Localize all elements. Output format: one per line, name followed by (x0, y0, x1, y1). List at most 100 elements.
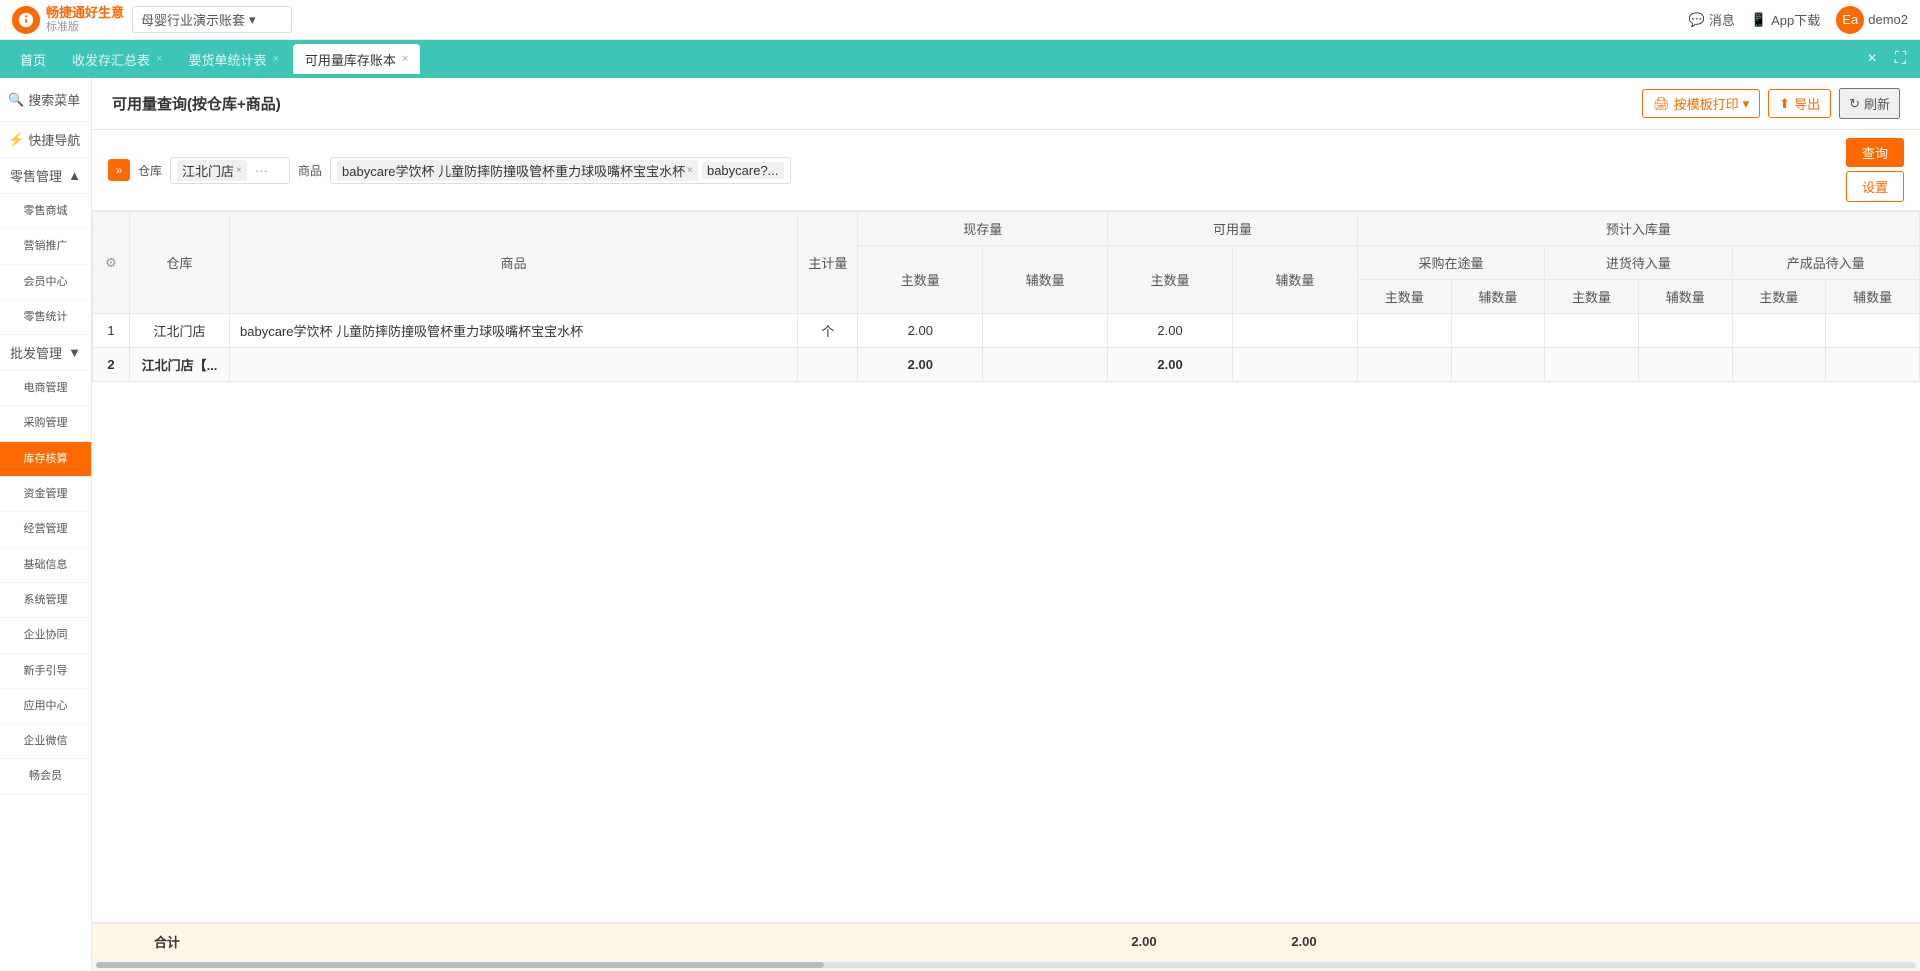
tab-close-available[interactable]: × (402, 53, 408, 65)
cell-warehouse: 江北门店 (130, 314, 230, 348)
tab-available-ledger[interactable]: 可用量库存账本 × (293, 44, 420, 74)
sidebar-item-ecommerce-mgmt[interactable]: 电商管理 (0, 371, 91, 406)
cell-stock-main: 2.00 (858, 314, 983, 348)
page-actions: 🖨 按模板打印 ▾ ⬆ 导出 ↻ 刷新 (1642, 88, 1900, 119)
refresh-btn[interactable]: ↻ 刷新 (1839, 88, 1900, 119)
close-all-tabs-btn[interactable]: × (1861, 48, 1882, 70)
cell-goods (230, 348, 798, 382)
data-table: ⚙ 仓库 商品 主计量 现存量 可用量 预计入库量 主数量 辅数量 主数量 辅数… (92, 211, 1920, 382)
horizontal-scrollbar[interactable] (92, 959, 1920, 971)
goods-tag-1-close[interactable]: × (687, 165, 693, 176)
cell-available-main: 2.00 (1108, 314, 1233, 348)
user-avatar-area[interactable]: Ea demo2 (1836, 6, 1908, 34)
app-download-btn[interactable]: 📱 App下载 (1751, 10, 1820, 29)
export-icon: ⬆ (1779, 96, 1790, 112)
sidebar-item-system-mgmt[interactable]: 系统管理 (0, 583, 91, 618)
sidebar-item-member-vip[interactable]: 畅会员 (0, 759, 91, 794)
sidebar-item-app-center[interactable]: 应用中心 (0, 689, 91, 724)
table-footer: 合计 2.00 2.00 (92, 922, 1920, 959)
sidebar-item-inventory[interactable]: 库存核算 (0, 442, 91, 477)
sidebar-item-marketing[interactable]: 营销推广 (0, 229, 91, 264)
cell-incoming-aux (1638, 314, 1732, 348)
logo: 畅捷通好生意 标准版 (12, 5, 124, 34)
sidebar-item-finance-mgmt[interactable]: 资金管理 (0, 477, 91, 512)
print-btn[interactable]: 🖨 按模板打印 ▾ (1642, 89, 1760, 118)
quick-nav-btn[interactable]: ⚡ 快捷导航 (0, 122, 91, 158)
data-table-container: ⚙ 仓库 商品 主计量 现存量 可用量 预计入库量 主数量 辅数量 主数量 辅数… (92, 211, 1920, 922)
fullscreen-btn[interactable]: ⛶ (1889, 48, 1912, 70)
nav-right-actions: × ⛶ (1861, 48, 1912, 70)
search-icon: 🔍 (8, 92, 24, 108)
page-title: 可用量查询(按仓库+商品) (112, 93, 281, 114)
col-produced-main-header: 主数量 (1732, 280, 1826, 314)
col-purchase-aux-header: 辅数量 (1451, 280, 1545, 314)
sidebar-item-zero-mall[interactable]: 零售商城 (0, 194, 91, 229)
tab-order-summary[interactable]: 要货单统计表 × (176, 44, 290, 74)
cell-available-aux (1232, 314, 1357, 348)
col-stock-group-header: 现存量 (858, 212, 1108, 246)
cell-produced-aux (1826, 348, 1920, 382)
cell-purchase-aux (1451, 348, 1545, 382)
sidebar-item-new-guide[interactable]: 新手引导 (0, 654, 91, 689)
tab-receive-summary[interactable]: 收发存汇总表 × (60, 44, 174, 74)
warehouse-more[interactable]: ··· (251, 163, 272, 178)
content-area: 可用量查询(按仓库+商品) 🖨 按模板打印 ▾ ⬆ 导出 ↻ 刷新 » (92, 78, 1920, 971)
sidebar-item-basic-info[interactable]: 基础信息 (0, 548, 91, 583)
logo-text: 畅捷通好生意 标准版 (46, 5, 124, 34)
warehouse-tag-close[interactable]: × (236, 165, 242, 176)
settings-icon[interactable]: ⚙ (103, 255, 119, 271)
top-bar: 畅捷通好生意 标准版 母婴行业演示账套 ▾ 💬 消息 📱 App下载 Ea de… (0, 0, 1920, 40)
search-menu-btn[interactable]: 🔍 搜索菜单 (8, 86, 83, 113)
scrollbar-track[interactable] (96, 962, 1916, 968)
col-incoming-aux-header: 辅数量 (1638, 280, 1732, 314)
col-warehouse-header: 仓库 (130, 212, 230, 314)
col-incoming-group-header: 预计入库量 (1357, 212, 1919, 246)
tab-close-receive[interactable]: × (156, 53, 162, 65)
col-stock-aux-header: 辅数量 (983, 246, 1108, 314)
col-incoming-main-header: 主数量 (1545, 280, 1639, 314)
top-bar-right: 💬 消息 📱 App下载 Ea demo2 (1689, 6, 1908, 34)
goods-tag-1: babycare学饮杯 儿童防摔防撞吸管杯重力球吸嘴杯宝宝水杯 × (337, 160, 698, 181)
col-main-unit-header: 主计量 (798, 212, 858, 314)
cell-goods: babycare学饮杯 儿童防摔防撞吸管杯重力球吸嘴杯宝宝水杯 (230, 314, 798, 348)
nav-tabs: 首页 收发存汇总表 × 要货单统计表 × 可用量库存账本 × × ⛶ (0, 40, 1920, 78)
col-goods-header: 商品 (230, 212, 798, 314)
cell-seq: 1 (93, 314, 130, 348)
sidebar-item-enterprise-wechat[interactable]: 企业微信 (0, 724, 91, 759)
message-btn[interactable]: 💬 消息 (1689, 10, 1735, 29)
col-settings-header[interactable]: ⚙ (93, 212, 130, 314)
export-btn[interactable]: ⬆ 导出 (1768, 89, 1831, 118)
tab-home[interactable]: 首页 (8, 50, 58, 69)
sidebar-item-purchase-mgmt[interactable]: 采购管理 (0, 406, 91, 441)
goods-tag-2: babycare?... (702, 162, 784, 179)
industry-selector[interactable]: 母婴行业演示账套 ▾ (132, 6, 292, 33)
col-available-group-header: 可用量 (1108, 212, 1358, 246)
tab-close-order[interactable]: × (272, 53, 278, 65)
sidebar-item-wholesale-mgmt[interactable]: 批发管理 ▼ (0, 335, 91, 371)
goods-label: 商品 (298, 162, 322, 179)
sidebar-item-zero-sales-mgmt[interactable]: 零售管理 ▲ (0, 158, 91, 194)
warehouse-filter-tags[interactable]: 江北门店 × ··· (170, 157, 290, 184)
cell-produced-main (1732, 314, 1826, 348)
query-btn[interactable]: 查询 (1846, 138, 1904, 167)
table-row: 1 江北门店 babycare学饮杯 儿童防摔防撞吸管杯重力球吸嘴杯宝宝水杯 个… (93, 314, 1920, 348)
col-stock-main-header: 主数量 (858, 246, 983, 314)
filter-expand-btn[interactable]: » (108, 159, 130, 181)
sidebar: 🔍 搜索菜单 ⚡ 快捷导航 零售管理 ▲ 零售商城 营销推广 会员中心 零售统计… (0, 78, 92, 971)
goods-filter-tags[interactable]: babycare学饮杯 儿童防摔防撞吸管杯重力球吸嘴杯宝宝水杯 × babyca… (330, 157, 790, 184)
filter-settings-btn[interactable]: 设置 (1846, 171, 1904, 202)
cell-stock-aux (983, 314, 1108, 348)
sidebar-item-member-center[interactable]: 会员中心 (0, 265, 91, 300)
col-purchase-group-header: 采购在途量 (1357, 246, 1544, 280)
warehouse-tag: 江北门店 × (177, 160, 247, 181)
sidebar-item-ops-mgmt[interactable]: 经营管理 (0, 512, 91, 547)
top-bar-left: 畅捷通好生意 标准版 母婴行业演示账套 ▾ (12, 5, 292, 34)
sidebar-item-sales-stats[interactable]: 零售统计 (0, 300, 91, 335)
quick-nav-icon: ⚡ (8, 132, 24, 148)
footer-label: 合计 (144, 932, 244, 951)
cell-incoming-main (1545, 314, 1639, 348)
cell-warehouse: 江北门店【... (130, 348, 230, 382)
cell-incoming-aux (1638, 348, 1732, 382)
scrollbar-thumb[interactable] (96, 962, 824, 968)
sidebar-item-enterprise-collab[interactable]: 企业协同 (0, 618, 91, 653)
